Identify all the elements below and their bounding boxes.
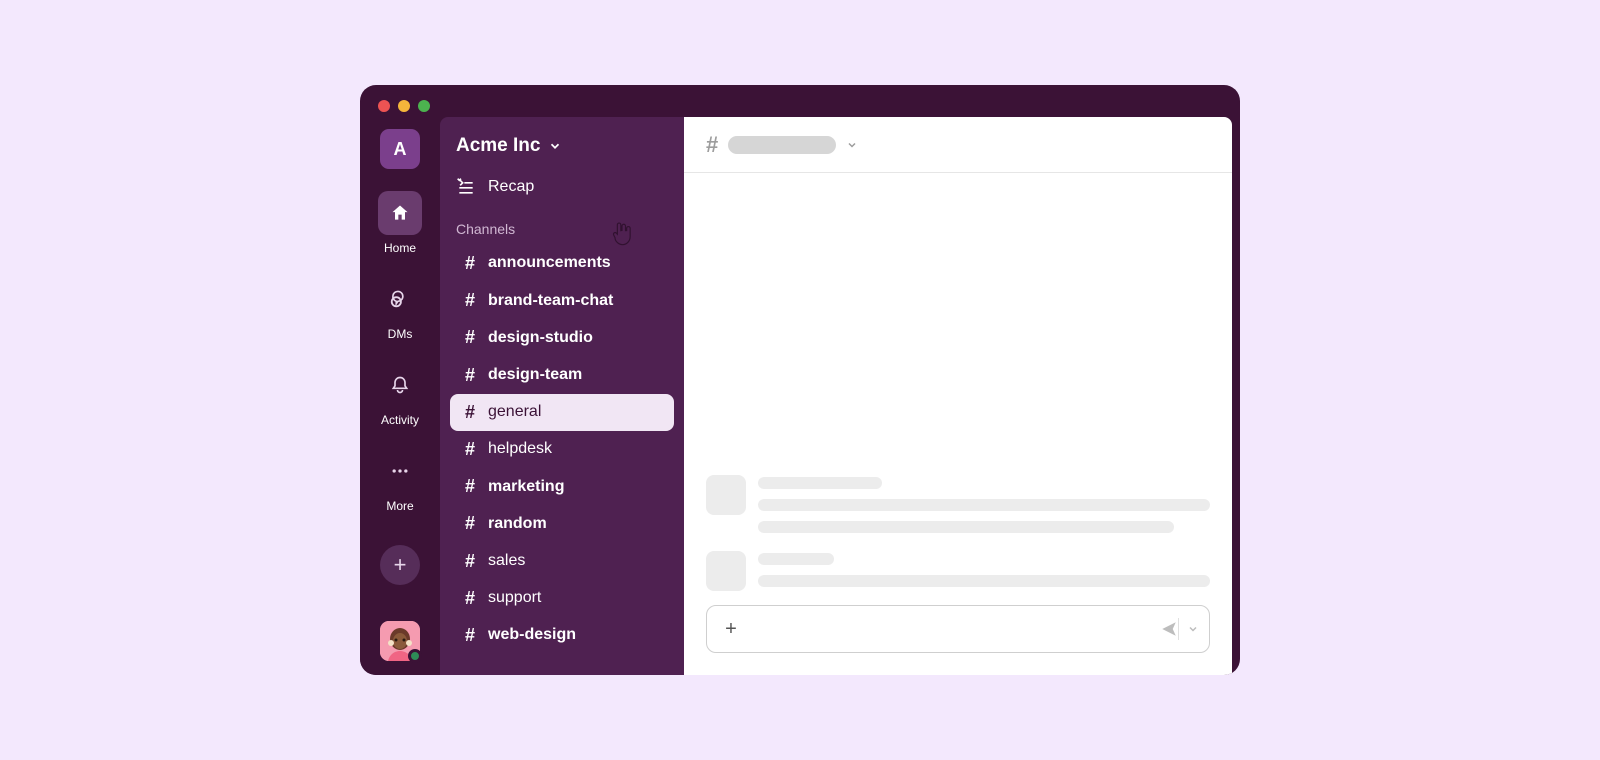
activity-icon bbox=[378, 363, 422, 407]
hash-icon: # bbox=[462, 363, 478, 388]
text-placeholder bbox=[758, 521, 1174, 533]
rail-item-label: Activity bbox=[381, 413, 419, 427]
divider bbox=[1178, 618, 1179, 640]
create-button[interactable]: + bbox=[380, 545, 420, 585]
app-body: A Home DMs Activity bbox=[360, 117, 1240, 675]
main-pane: # bbox=[684, 117, 1232, 675]
recap-button[interactable]: Recap bbox=[440, 169, 684, 211]
titlebar bbox=[360, 95, 1240, 117]
message-composer[interactable]: + bbox=[706, 605, 1210, 653]
text-placeholder bbox=[758, 575, 1210, 587]
more-icon bbox=[378, 449, 422, 493]
hash-icon: # bbox=[462, 586, 478, 611]
channel-name: design-studio bbox=[488, 327, 593, 349]
hash-icon: # bbox=[706, 132, 718, 158]
channel-name-placeholder bbox=[728, 136, 836, 154]
rail-item-label: Home bbox=[384, 241, 416, 255]
text-placeholder bbox=[758, 553, 834, 565]
maximize-window-button[interactable] bbox=[418, 100, 430, 112]
message-list bbox=[684, 173, 1232, 605]
channel-name: sales bbox=[488, 550, 525, 572]
hash-icon: # bbox=[462, 400, 478, 425]
workspace-switcher[interactable]: Acme Inc bbox=[440, 127, 684, 169]
hash-icon: # bbox=[462, 623, 478, 648]
workspace-name: Acme Inc bbox=[456, 135, 540, 157]
close-window-button[interactable] bbox=[378, 100, 390, 112]
app-window: A Home DMs Activity bbox=[360, 85, 1240, 675]
message-skeleton bbox=[706, 475, 1210, 533]
recap-label: Recap bbox=[488, 178, 534, 196]
hash-icon: # bbox=[462, 288, 478, 313]
minimize-window-button[interactable] bbox=[398, 100, 410, 112]
channel-name: announcements bbox=[488, 252, 611, 274]
hash-icon: # bbox=[462, 474, 478, 499]
channels-section-label[interactable]: Channels bbox=[440, 211, 684, 245]
rail-item-home[interactable]: Home bbox=[378, 191, 422, 255]
channel-item-sales[interactable]: # sales bbox=[450, 543, 674, 580]
dms-icon bbox=[378, 277, 422, 321]
avatar-placeholder bbox=[706, 551, 746, 591]
message-skeleton bbox=[706, 551, 1210, 591]
channel-name: marketing bbox=[488, 476, 564, 498]
text-placeholder bbox=[758, 477, 882, 489]
channel-item-announcements[interactable]: # announcements bbox=[450, 245, 674, 282]
rail-item-more[interactable]: More bbox=[378, 449, 422, 513]
channel-name: helpdesk bbox=[488, 438, 552, 460]
presence-indicator bbox=[408, 649, 422, 663]
channel-name: design-team bbox=[488, 364, 582, 386]
channel-sidebar: Acme Inc Recap Channels # announcements # b… bbox=[440, 117, 684, 675]
channel-item-design-team[interactable]: # design-team bbox=[450, 357, 674, 394]
rail-item-label: More bbox=[386, 499, 413, 513]
channel-item-design-studio[interactable]: # design-studio bbox=[450, 319, 674, 356]
hash-icon: # bbox=[462, 511, 478, 536]
chevron-down-icon bbox=[548, 139, 562, 153]
chevron-down-icon bbox=[846, 139, 858, 151]
avatar-placeholder bbox=[706, 475, 746, 515]
rail-item-activity[interactable]: Activity bbox=[378, 363, 422, 427]
send-button[interactable] bbox=[1160, 620, 1178, 638]
workspace-tile[interactable]: A bbox=[380, 129, 420, 169]
channel-item-general[interactable]: # general bbox=[450, 394, 674, 431]
hash-icon: # bbox=[462, 325, 478, 350]
channel-item-marketing[interactable]: # marketing bbox=[450, 468, 674, 505]
nav-rail: A Home DMs Activity bbox=[360, 117, 440, 675]
user-avatar[interactable] bbox=[380, 621, 420, 661]
channel-name: general bbox=[488, 401, 541, 423]
chevron-down-icon[interactable] bbox=[1187, 623, 1199, 635]
channel-name: web-design bbox=[488, 624, 576, 646]
channel-list: # announcements # brand-team-chat # design-st… bbox=[440, 245, 684, 654]
channel-item-helpdesk[interactable]: # helpdesk bbox=[450, 431, 674, 468]
channel-item-support[interactable]: # support bbox=[450, 580, 674, 617]
rail-item-dms[interactable]: DMs bbox=[378, 277, 422, 341]
hash-icon: # bbox=[462, 437, 478, 462]
hash-icon: # bbox=[462, 549, 478, 574]
channel-header[interactable]: # bbox=[684, 117, 1232, 173]
text-placeholder bbox=[758, 499, 1210, 511]
hash-icon: # bbox=[462, 251, 478, 276]
attach-button[interactable]: + bbox=[717, 615, 745, 643]
send-icon bbox=[1160, 620, 1178, 638]
home-icon bbox=[378, 191, 422, 235]
channel-name: support bbox=[488, 587, 541, 609]
recap-icon bbox=[456, 177, 476, 197]
channel-name: random bbox=[488, 513, 547, 535]
channel-item-random[interactable]: # random bbox=[450, 505, 674, 542]
channel-item-brand-team-chat[interactable]: # brand-team-chat bbox=[450, 282, 674, 319]
rail-item-label: DMs bbox=[388, 327, 413, 341]
channel-name: brand-team-chat bbox=[488, 290, 613, 312]
channel-item-web-design[interactable]: # web-design bbox=[450, 617, 674, 654]
